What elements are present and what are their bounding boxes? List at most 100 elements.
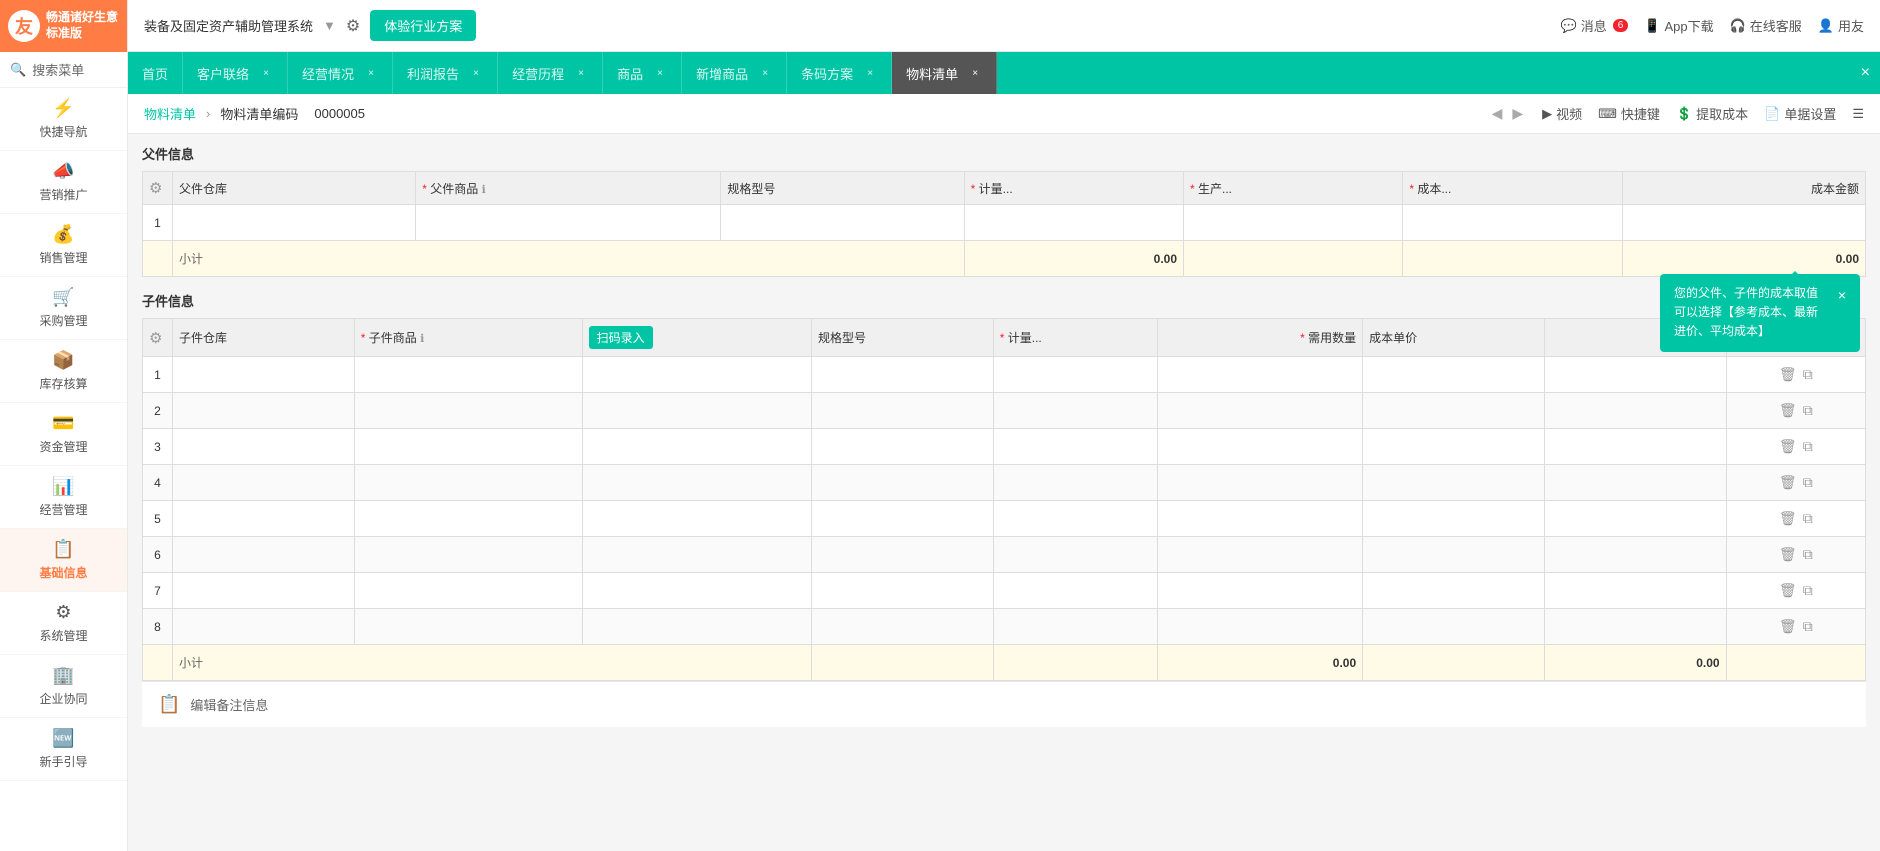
child-row-7-quantity[interactable] xyxy=(993,573,1157,609)
child-row-6-cost-amount[interactable] xyxy=(1544,537,1726,573)
nav-close-all[interactable]: × xyxy=(1851,64,1880,82)
single-settings-action[interactable]: 📄 单据设置 xyxy=(1764,104,1836,123)
child-row-7-goods[interactable] xyxy=(354,573,582,609)
child-row-5-unit-cost[interactable] xyxy=(1363,501,1545,537)
sidebar-item-purchase[interactable]: 🛒 采购管理 xyxy=(0,277,127,340)
tab-bom[interactable]: 物料清单 × xyxy=(892,52,997,94)
prev-arrow[interactable]: ◀ xyxy=(1489,105,1506,122)
child-row-8-copy-icon[interactable]: ⧉ xyxy=(1803,618,1813,635)
sidebar-item-operations[interactable]: 📊 经营管理 xyxy=(0,466,127,529)
child-row-6-spec[interactable] xyxy=(812,537,994,573)
child-row-2-goods[interactable] xyxy=(354,393,582,429)
tab-goods[interactable]: 商品 × xyxy=(603,52,682,94)
child-row-8-needed[interactable] xyxy=(1157,609,1363,645)
settings-icon[interactable]: ⚙ xyxy=(346,16,360,36)
child-row-1-delete-icon[interactable]: 🗑 xyxy=(1779,366,1797,383)
tab-home[interactable]: 首页 xyxy=(128,52,183,94)
tab-customer-close[interactable]: × xyxy=(259,66,273,80)
child-row-5-delete-icon[interactable]: 🗑 xyxy=(1779,510,1797,527)
sidebar-item-quick-nav[interactable]: ⚡ 快捷导航 xyxy=(0,88,127,151)
child-row-3-delete-icon[interactable]: 🗑 xyxy=(1779,438,1797,455)
next-arrow[interactable]: ▶ xyxy=(1509,105,1526,122)
child-row-7-warehouse[interactable] xyxy=(173,573,355,609)
tooltip-close-button[interactable]: × xyxy=(1838,284,1846,306)
child-row-3-copy-icon[interactable]: ⧉ xyxy=(1803,438,1813,455)
sidebar-item-marketing[interactable]: 📣 营销推广 xyxy=(0,151,127,214)
child-row-5-warehouse[interactable] xyxy=(173,501,355,537)
child-th-scan[interactable]: 扫码录入 xyxy=(582,319,811,357)
child-row-5-scan[interactable] xyxy=(582,501,811,537)
tab-operations-status-close[interactable]: × xyxy=(364,66,378,80)
child-row-3-needed[interactable] xyxy=(1157,429,1363,465)
tab-bom-close[interactable]: × xyxy=(968,66,982,80)
sidebar-item-sales[interactable]: 💰 销售管理 xyxy=(0,214,127,277)
child-row-8-spec[interactable] xyxy=(812,609,994,645)
child-row-8-quantity[interactable] xyxy=(993,609,1157,645)
child-row-6-unit-cost[interactable] xyxy=(1363,537,1545,573)
search-menu[interactable]: 🔍 搜索菜单 xyxy=(0,52,127,88)
child-row-7-spec[interactable] xyxy=(812,573,994,609)
child-row-1-copy-icon[interactable]: ⧉ xyxy=(1803,366,1813,383)
child-row-5-quantity[interactable] xyxy=(993,501,1157,537)
child-row-2-warehouse[interactable] xyxy=(173,393,355,429)
child-row-1-warehouse[interactable] xyxy=(173,357,355,393)
child-row-5-goods[interactable] xyxy=(354,501,582,537)
child-row-3-goods[interactable] xyxy=(354,429,582,465)
child-row-1-unit-cost[interactable] xyxy=(1363,357,1545,393)
user-item[interactable]: 👤 用友 xyxy=(1818,16,1864,35)
child-row-3-spec[interactable] xyxy=(812,429,994,465)
child-row-7-copy-icon[interactable]: ⧉ xyxy=(1803,582,1813,599)
video-action[interactable]: ▶ 视频 xyxy=(1542,104,1582,123)
child-row-5-needed[interactable] xyxy=(1157,501,1363,537)
child-row-2-cost-amount[interactable] xyxy=(1544,393,1726,429)
child-row-7-delete-icon[interactable]: 🗑 xyxy=(1779,582,1797,599)
message-item[interactable]: 💬 消息 6 xyxy=(1561,16,1629,35)
child-row-4-spec[interactable] xyxy=(812,465,994,501)
parent-th-gear[interactable]: ⚙ xyxy=(143,172,173,205)
child-row-4-quantity[interactable] xyxy=(993,465,1157,501)
child-row-4-delete-icon[interactable]: 🗑 xyxy=(1779,474,1797,491)
child-row-4-goods[interactable] xyxy=(354,465,582,501)
child-row-7-scan[interactable] xyxy=(582,573,811,609)
child-row-1-spec[interactable] xyxy=(812,357,994,393)
sidebar-item-enterprise[interactable]: 🏢 企业协同 xyxy=(0,655,127,718)
tab-barcode-close[interactable]: × xyxy=(863,66,877,80)
child-row-8-goods[interactable] xyxy=(354,609,582,645)
child-row-2-quantity[interactable] xyxy=(993,393,1157,429)
child-row-7-cost-amount[interactable] xyxy=(1544,573,1726,609)
parent-gear-icon[interactable]: ⚙ xyxy=(149,180,162,197)
child-row-6-copy-icon[interactable]: ⧉ xyxy=(1803,546,1813,563)
child-row-7-unit-cost[interactable] xyxy=(1363,573,1545,609)
child-row-2-copy-icon[interactable]: ⧉ xyxy=(1803,402,1813,419)
child-row-4-warehouse[interactable] xyxy=(173,465,355,501)
sidebar-item-system[interactable]: ⚙ 系统管理 xyxy=(0,592,127,655)
sidebar-item-guide[interactable]: 🆕 新手引导 xyxy=(0,718,127,781)
sidebar-item-finance[interactable]: 💳 资金管理 xyxy=(0,403,127,466)
child-row-3-quantity[interactable] xyxy=(993,429,1157,465)
child-row-1-cost-amount[interactable] xyxy=(1544,357,1726,393)
child-row-6-warehouse[interactable] xyxy=(173,537,355,573)
tab-operations-status[interactable]: 经营情况 × xyxy=(288,52,393,94)
layout-icon-action[interactable]: ☰ xyxy=(1852,106,1864,122)
trial-button[interactable]: 体验行业方案 xyxy=(370,10,476,41)
extract-cost-action[interactable]: 💲 提取成本 xyxy=(1676,104,1748,123)
child-row-8-scan[interactable] xyxy=(582,609,811,645)
tab-history-close[interactable]: × xyxy=(574,66,588,80)
child-row-1-goods[interactable] xyxy=(354,357,582,393)
child-row-2-spec[interactable] xyxy=(812,393,994,429)
child-row-6-delete-icon[interactable]: 🗑 xyxy=(1779,546,1797,563)
child-row-4-scan[interactable] xyxy=(582,465,811,501)
child-row-2-scan[interactable] xyxy=(582,393,811,429)
child-row-6-goods[interactable] xyxy=(354,537,582,573)
child-row-6-quantity[interactable] xyxy=(993,537,1157,573)
parent-row-1-spec[interactable] xyxy=(721,205,964,241)
online-service-item[interactable]: 🎧 在线客服 xyxy=(1730,16,1802,35)
child-row-5-spec[interactable] xyxy=(812,501,994,537)
breadcrumb-link[interactable]: 物料清单 xyxy=(144,104,196,123)
child-row-5-copy-icon[interactable]: ⧉ xyxy=(1803,510,1813,527)
child-gear-icon[interactable]: ⚙ xyxy=(149,330,162,347)
child-row-2-unit-cost[interactable] xyxy=(1363,393,1545,429)
parent-row-1-production[interactable] xyxy=(1184,205,1403,241)
parent-row-1-goods[interactable] xyxy=(416,205,721,241)
tab-new-goods-close[interactable]: × xyxy=(758,66,772,80)
